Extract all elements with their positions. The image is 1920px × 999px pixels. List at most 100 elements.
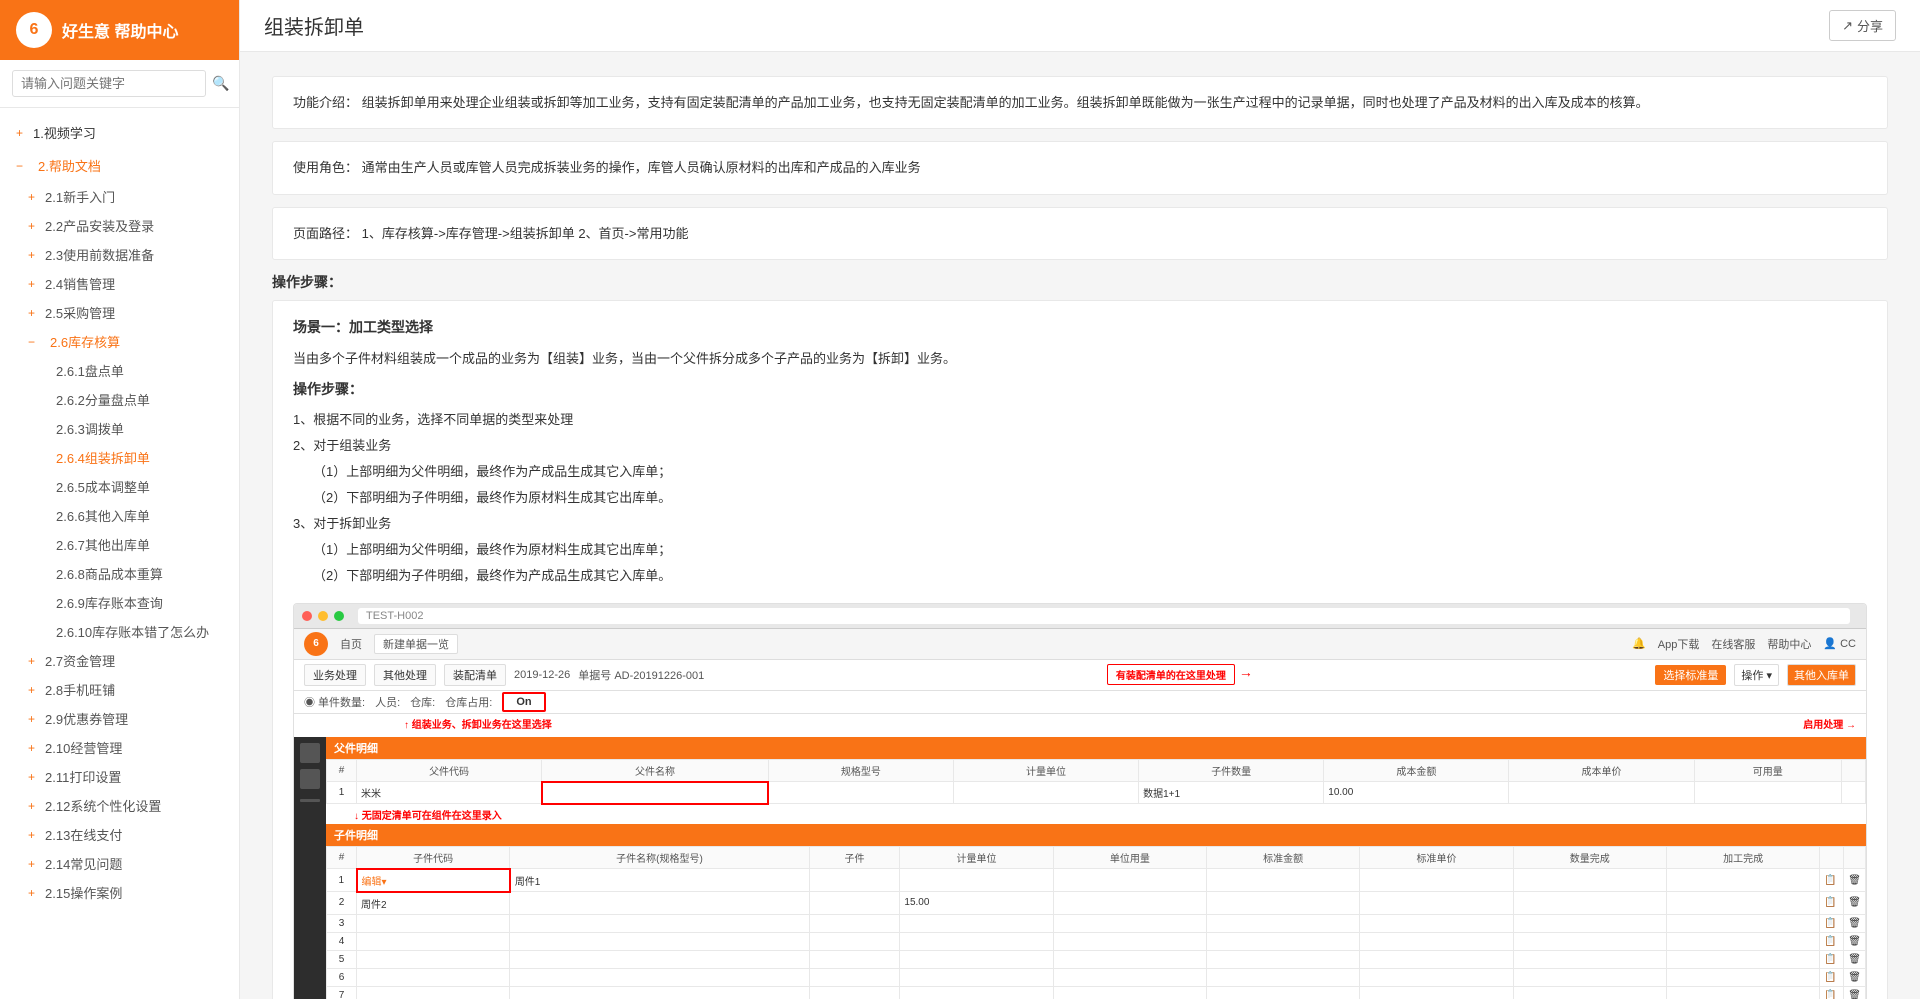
expand-icon: + xyxy=(28,683,35,697)
ops-label: 操作步骤： xyxy=(272,272,1888,292)
search-input[interactable] xyxy=(12,70,206,97)
step3-sub1: （1）上部明细为父件明细，最终作为原材料生成其它出库单； xyxy=(313,537,1867,563)
content-area: 功能介绍： 组装拆卸单用来处理企业组装或拆卸等加工业务，支持有固定装配清单的产品… xyxy=(240,52,1920,999)
sidebar-item-finance[interactable]: + 2.7资金管理 xyxy=(28,646,239,675)
sidebar-item-mobile[interactable]: + 2.8手机旺铺 xyxy=(28,675,239,704)
sidebar-item-sales[interactable]: + 2.4销售管理 xyxy=(28,269,239,298)
share-icon: ↗ xyxy=(1842,18,1853,34)
sidebar-item-install[interactable]: + 2.2产品安装及登录 xyxy=(28,211,239,240)
step2-sub2: （2）下部明细为子件明细，最终作为原材料生成其它出库单。 xyxy=(313,485,1867,511)
sidebar-item-inventory-error[interactable]: 2.6.10库存账本错了怎么办 xyxy=(56,617,239,646)
sidebar-item-other-out[interactable]: 2.6.7其他出库单 xyxy=(56,530,239,559)
func-intro-box: 功能介绍： 组装拆卸单用来处理企业组装或拆卸等加工业务，支持有固定装配清单的产品… xyxy=(272,76,1888,129)
expand-icon: + xyxy=(28,306,35,320)
search-box: 🔍 xyxy=(0,60,239,108)
role-text: 通常由生产人员或库管人员完成拆装业务的操作，库管人员确认原材料的出库和产成品的入… xyxy=(362,160,921,175)
sidebar-header: 6 好生意 帮助中心 xyxy=(0,0,239,60)
sim-type-toggle[interactable]: On xyxy=(502,692,545,712)
expand-icon: + xyxy=(28,654,35,668)
nav-list: + 1.视频学习 − 2.帮助文档 + 2.1新手入门 + 2.2产品安装及登录… xyxy=(0,108,239,999)
sidebar-item-helpdoc[interactable]: − 2.帮助文档 xyxy=(0,149,239,182)
app-title: 好生意 帮助中心 xyxy=(62,18,178,42)
step2-sub: （1）上部明细为父件明细，最终作为产成品生成其它入库单； （2）下部明细为子件明… xyxy=(293,459,1867,511)
sidebar-item-inventory[interactable]: − 2.6库存核算 xyxy=(28,327,239,356)
collapse-icon: − xyxy=(16,159,28,173)
sidebar-item-stocktake[interactable]: 2.6.1盘点单 xyxy=(56,356,239,385)
sim-confirm-btn[interactable]: 选择标准量 xyxy=(1655,665,1726,685)
sim-body: 父件明细 # 父件代码 父件名称 规格型号 计量单位 子件数量 xyxy=(294,737,1866,999)
sim-lower-header: 子件明细 xyxy=(326,824,1866,846)
annot-type: ↑ 组装业务、拆卸业务在这里选择 xyxy=(404,716,552,731)
sidebar-item-cost-recalc[interactable]: 2.6.8商品成本重算 xyxy=(56,559,239,588)
sim-btn-new[interactable]: 业务处理 xyxy=(304,664,366,686)
sidebar-item-assembly[interactable]: 2.6.4组装拆卸单 xyxy=(56,443,239,472)
expand-icon: + xyxy=(28,248,35,262)
sim-action-btn[interactable]: 操作 ▾ xyxy=(1734,664,1779,686)
scene1-title: 场景一：加工类型选择 xyxy=(293,319,433,335)
sim-save-btn[interactable]: 其他入库单 xyxy=(1787,664,1856,686)
role-label: 使用角色： xyxy=(293,160,358,175)
sidebar-item-print[interactable]: + 2.11打印设置 xyxy=(28,762,239,791)
sidebar-item-online-pay[interactable]: + 2.13在线支付 xyxy=(28,820,239,849)
path-label: 页面路径： xyxy=(293,226,358,241)
sidebar-item-faq[interactable]: + 2.14常见问题 xyxy=(28,849,239,878)
expand-icon: + xyxy=(28,190,35,204)
expand-icon: + xyxy=(28,277,35,291)
step2-sub1: （1）上部明细为父件明细，最终作为产成品生成其它入库单； xyxy=(313,459,1867,485)
page-title: 组装拆卸单 xyxy=(264,11,364,40)
sidebar-item-other-in[interactable]: 2.6.6其他入库单 xyxy=(56,501,239,530)
step3-sub2: （2）下部明细为子件明细，最终作为产成品生成其它入库单。 xyxy=(313,563,1867,589)
expand-icon: + xyxy=(28,712,35,726)
expand-icon: + xyxy=(28,741,35,755)
sim-logo: 6 xyxy=(304,632,328,656)
path-text: 1、库存核算->库存管理->组装拆卸单 2、首页->常用功能 xyxy=(362,226,689,241)
sidebar-item-purchase[interactable]: + 2.5采购管理 xyxy=(28,298,239,327)
sim-upper-header: 父件明细 xyxy=(326,737,1866,759)
step3-sub: （1）上部明细为父件明细，最终作为原材料生成其它出库单； （2）下部明细为子件明… xyxy=(293,537,1867,589)
sidebar-item-ops[interactable]: + 2.10经营管理 xyxy=(28,733,239,762)
annot-has-bom: 有装配清单的在这里处理 xyxy=(1107,664,1235,685)
sidebar-item-customize[interactable]: + 2.12系统个性化设置 xyxy=(28,791,239,820)
sidebar-item-cost-adjust[interactable]: 2.6.5成本调整单 xyxy=(56,472,239,501)
step2: 2、对于组装业务 xyxy=(293,433,1867,459)
path-box: 页面路径： 1、库存核算->库存管理->组装拆卸单 2、首页->常用功能 xyxy=(272,207,1888,260)
expand-icon: + xyxy=(28,857,35,871)
step1: 1、根据不同的业务，选择不同单据的类型来处理 xyxy=(293,407,1867,433)
search-icon[interactable]: 🔍 xyxy=(212,75,229,92)
screenshot-container: TEST-H002 6 自页 新建单据一览 🔔 App下载 在线客服 帮助中心 … xyxy=(293,603,1867,999)
sidebar-item-coupon[interactable]: + 2.9优惠券管理 xyxy=(28,704,239,733)
collapse-icon: − xyxy=(28,335,40,349)
expand-icon: + xyxy=(28,886,35,900)
share-button[interactable]: ↗ 分享 xyxy=(1829,10,1896,41)
expand-icon: + xyxy=(28,828,35,842)
role-box: 使用角色： 通常由生产人员或库管人员完成拆装业务的操作，库管人员确认原材料的出库… xyxy=(272,141,1888,194)
scene1-section: 场景一：加工类型选择 xyxy=(293,317,1867,337)
sim-left-nav xyxy=(294,737,326,999)
func-intro-text: 组装拆卸单用来处理企业组装或拆卸等加工业务，支持有固定装配清单的产品加工业务，也… xyxy=(362,95,1649,110)
sim-lower-table: # 子件代码 子件名称(规格型号) 子件 计量单位 单位用量 标准金额 标准单价… xyxy=(326,846,1866,999)
sidebar-item-video[interactable]: + 1.视频学习 xyxy=(0,116,239,149)
func-intro-label: 功能介绍： xyxy=(293,95,358,110)
sim-upper-table: # 父件代码 父件名称 规格型号 计量单位 子件数量 成本金额 成本单价 可用量 xyxy=(326,759,1866,805)
main: 组装拆卸单 ↗ 分享 功能介绍： 组装拆卸单用来处理企业组装或拆卸等加工业务，支… xyxy=(240,0,1920,999)
expand-icon: + xyxy=(28,219,35,233)
sidebar-item-partial-stocktake[interactable]: 2.6.2分量盘点单 xyxy=(56,385,239,414)
sim-btn-other[interactable]: 其他处理 xyxy=(374,664,436,686)
sidebar-item-inventory-query[interactable]: 2.6.9库存账本查询 xyxy=(56,588,239,617)
scene1-desc: 当由多个子件材料组装成一个成品的业务为【组装】业务，当由一个父件拆分成多个子产品… xyxy=(293,347,1867,370)
nav-sub-helpdoc: + 2.1新手入门 + 2.2产品安装及登录 + 2.3使用前数据准备 + 2.… xyxy=(0,182,239,907)
sim-table-area: 父件明细 # 父件代码 父件名称 规格型号 计量单位 子件数量 xyxy=(326,737,1866,999)
sidebar-item-transfer[interactable]: 2.6.3调拨单 xyxy=(56,414,239,443)
expand-icon: + xyxy=(16,126,23,140)
steps-content: 1、根据不同的业务，选择不同单据的类型来处理 2、对于组装业务 （1）上部明细为… xyxy=(293,407,1867,589)
logo-icon: 6 xyxy=(16,12,52,48)
sidebar-item-cases[interactable]: + 2.15操作案例 xyxy=(28,878,239,907)
sidebar-item-dataprep[interactable]: + 2.3使用前数据准备 xyxy=(28,240,239,269)
sim-annot-lower: ↓ 无固定清单可在组件在这里录入 xyxy=(326,805,1866,824)
ops-content: 场景一：加工类型选择 当由多个子件材料组装成一个成品的业务为【组装】业务，当由一… xyxy=(272,300,1888,999)
annot-enable: 启用处理 → xyxy=(1803,716,1856,731)
sidebar: 6 好生意 帮助中心 🔍 + 1.视频学习 − 2.帮助文档 + 2.1新手入门… xyxy=(0,0,240,999)
expand-icon: + xyxy=(28,770,35,784)
top-bar: 组装拆卸单 ↗ 分享 xyxy=(240,0,1920,52)
sidebar-item-newbie[interactable]: + 2.1新手入门 xyxy=(28,182,239,211)
